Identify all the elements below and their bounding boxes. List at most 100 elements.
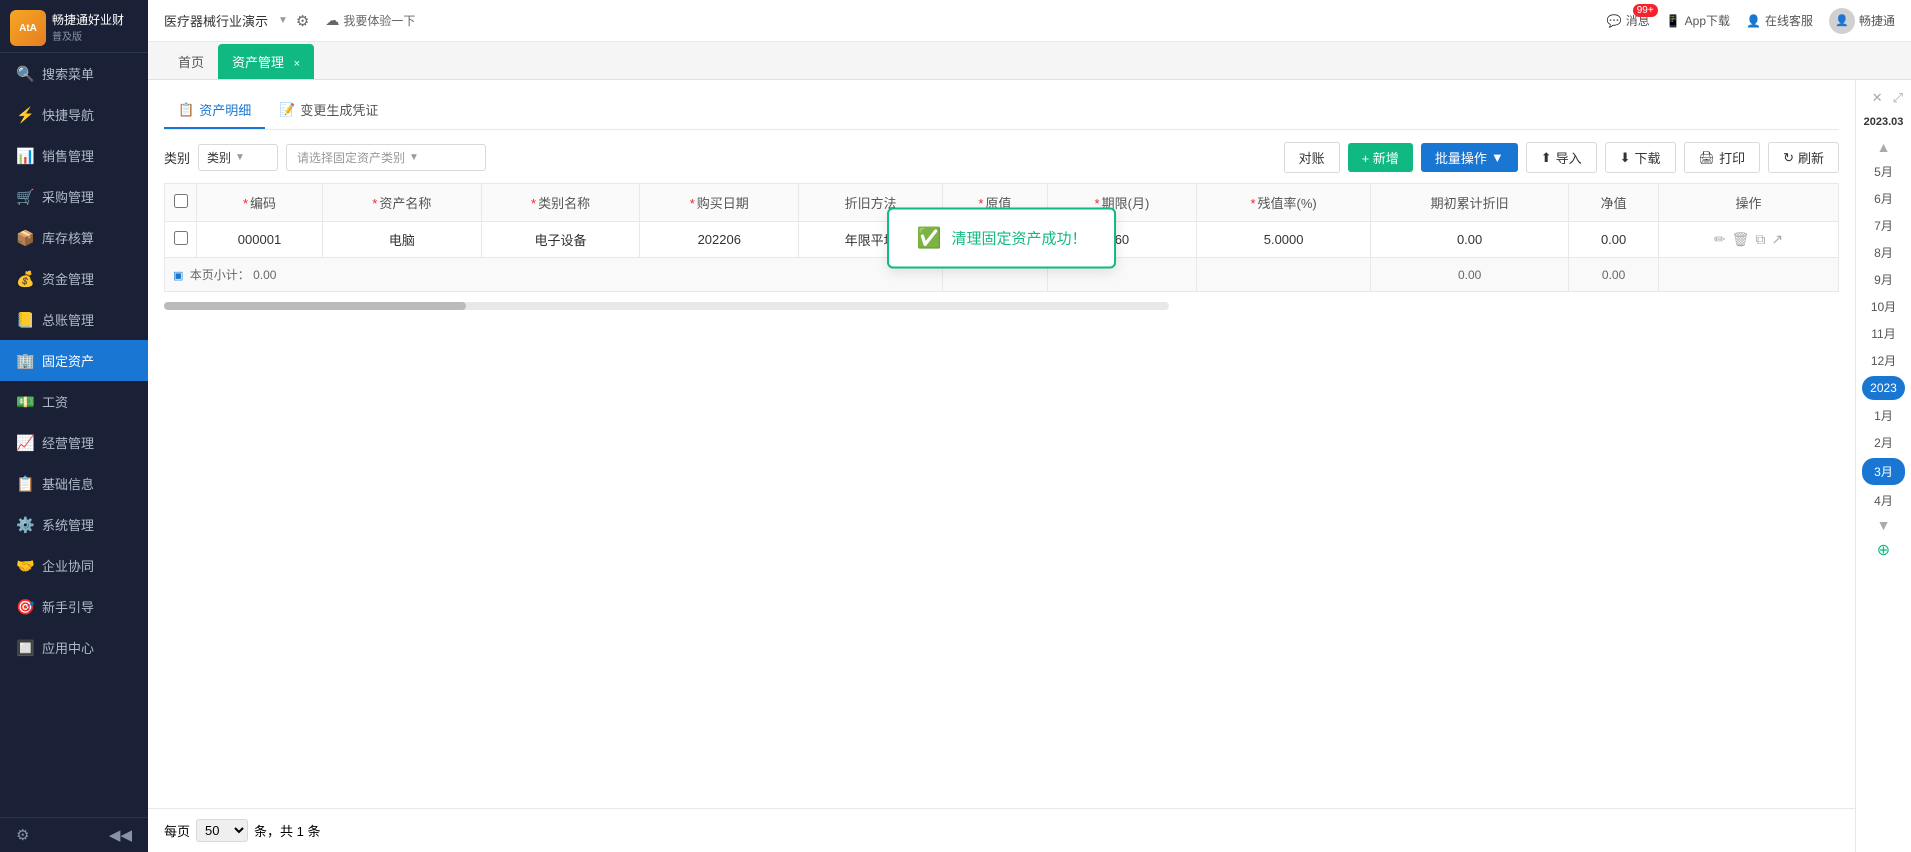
company-dropdown-arrow[interactable]: ▼ [278, 15, 288, 26]
category-filter-input[interactable]: 请选择固定资产类别 ▼ [286, 144, 486, 171]
calendar-month-july[interactable]: 7月 [1856, 212, 1911, 239]
delete-icon[interactable]: 🗑 [1732, 231, 1750, 248]
main-content: 📋 资产明细 📝 变更生成凭证 类别 类别 ▼ [148, 80, 1855, 808]
filter-dropdown-arrow: ▼ [235, 152, 245, 163]
calendar-header: 2023.03 [1862, 112, 1906, 132]
calendar-month-may[interactable]: 5月 [1856, 158, 1911, 185]
user-menu-button[interactable]: 👤 畅捷通 [1829, 8, 1895, 34]
sidebar-item-funds[interactable]: 💰 资金管理 [0, 258, 148, 299]
sub-tab-asset-detail[interactable]: 📋 资产明细 [164, 92, 265, 129]
sidebar-item-fixed-assets[interactable]: 🏢 固定资产 [0, 340, 148, 381]
sidebar-item-sales[interactable]: 📊 销售管理 [0, 135, 148, 176]
notifications-button[interactable]: 💬 消息 99+ [1607, 12, 1650, 29]
calendar-month-dec[interactable]: 12月 [1856, 347, 1911, 374]
sidebar-item-search[interactable]: 🔍 搜索菜单 [0, 53, 148, 94]
calendar-down-button[interactable]: ▼ [1874, 514, 1894, 536]
edit-icon[interactable]: ✏ [1714, 231, 1726, 248]
select-all-checkbox[interactable] [174, 194, 188, 208]
per-page-select[interactable]: 50 100 200 [196, 819, 248, 842]
calendar-month-mar[interactable]: 3月 [1862, 458, 1905, 485]
per-page-label: 每页 [164, 821, 190, 840]
subtotal-actions [1658, 258, 1838, 292]
table-horizontal-scrollbar[interactable] [164, 302, 1169, 310]
settings-icon[interactable]: ⚙ [16, 826, 29, 844]
cell-name: 电脑 [322, 222, 481, 258]
sidebar-item-app-center[interactable]: 🔲 应用中心 [0, 627, 148, 668]
sidebar-item-label: 库存核算 [42, 228, 94, 247]
tab-close-button[interactable]: × [294, 58, 300, 70]
company-settings-icon[interactable]: ⚙ [296, 12, 309, 30]
calendar-panel: ✕ ⤢ 2023.03 ▲ 5月 6月 7月 8月 9月 10月 11月 12月… [1855, 80, 1911, 852]
online-service-button[interactable]: 👤 在线客服 [1746, 12, 1813, 29]
refresh-button[interactable]: ↻ 刷新 [1768, 142, 1839, 173]
sidebar-item-basic-info[interactable]: 📋 基础信息 [0, 463, 148, 504]
calendar-month-feb[interactable]: 2月 [1856, 429, 1911, 456]
scrollbar-thumb [164, 302, 466, 310]
cell-net-value: 0.00 [1569, 222, 1659, 258]
sidebar-item-label: 采购管理 [42, 187, 94, 206]
row-checkbox[interactable] [174, 231, 188, 245]
row-checkbox-cell [165, 222, 197, 258]
calendar-down-icon[interactable]: ⊕ [1873, 536, 1894, 564]
sidebar-item-enterprise[interactable]: 🤝 企业协同 [0, 545, 148, 586]
calendar-month-nov[interactable]: 11月 [1856, 320, 1911, 347]
sidebar-item-inventory[interactable]: 📦 库存核算 [0, 217, 148, 258]
tab-home[interactable]: 首页 [164, 44, 218, 79]
toolbar-right: 对账 + 新增 批量操作 ▼ ⬆ 导入 [1284, 142, 1839, 173]
service-icon: 👤 [1746, 14, 1761, 28]
sidebar-item-label: 基础信息 [42, 474, 94, 493]
col-name: *资产名称 [322, 184, 481, 222]
online-service-label: 在线客服 [1765, 12, 1813, 29]
calendar-month-apr[interactable]: 4月 [1856, 487, 1911, 514]
sidebar-item-quick-nav[interactable]: ⚡ 快捷导航 [0, 94, 148, 135]
collapse-sidebar-button[interactable]: ◀◀ [109, 826, 132, 844]
purchase-icon: 🛒 [16, 188, 34, 206]
calendar-expand-button[interactable]: ⤢ [1889, 86, 1907, 110]
app-download-button[interactable]: 📱 App下载 [1666, 12, 1730, 29]
calendar-close-button[interactable]: ✕ [1868, 86, 1887, 110]
category-filter-select[interactable]: 类别 ▼ [198, 144, 278, 171]
sub-tab-change-voucher[interactable]: 📝 变更生成凭证 [265, 92, 392, 129]
calendar-month-oct[interactable]: 10月 [1856, 293, 1911, 320]
guide-icon: 🎯 [16, 598, 34, 616]
experience-button[interactable]: ☁ 我要体验一下 [317, 9, 423, 32]
calendar-month-june[interactable]: 6月 [1856, 185, 1911, 212]
tab-asset-mgmt[interactable]: 资产管理 × [218, 44, 314, 79]
add-button[interactable]: + 新增 [1348, 143, 1413, 172]
fixed-assets-icon: 🏢 [16, 352, 34, 370]
calendar-month-jan[interactable]: 1月 [1856, 402, 1911, 429]
company-name: 医疗器械行业演示 [164, 11, 268, 30]
print-button[interactable]: 🖨 打印 [1684, 142, 1761, 173]
col-initial-depreciation: 期初累计折旧 [1371, 184, 1569, 222]
sidebar-item-guide[interactable]: 🎯 新手引导 [0, 586, 148, 627]
user-avatar: 👤 [1829, 8, 1855, 34]
sub-tab-label: 资产明细 [199, 100, 251, 119]
calendar-up-button[interactable]: ▲ [1874, 136, 1894, 158]
import-button[interactable]: ⬆ 导入 [1526, 142, 1597, 173]
subtotal-label-cell: ▣ 本页小计： 0.00 [165, 258, 943, 292]
copy-icon[interactable]: ⧉ [1755, 231, 1765, 248]
sidebar-item-payroll[interactable]: 💵 工资 [0, 381, 148, 422]
sidebar-item-operations[interactable]: 📈 经营管理 [0, 422, 148, 463]
calendar-month-sep[interactable]: 9月 [1856, 266, 1911, 293]
sub-tabs: 📋 资产明细 📝 变更生成凭证 [164, 92, 1839, 130]
batch-button[interactable]: 批量操作 ▼ [1421, 143, 1518, 172]
sidebar-item-label: 总账管理 [42, 310, 94, 329]
filter-input-arrow: ▼ [409, 152, 419, 163]
sidebar-bottom: ⚙ ◀◀ [0, 817, 148, 852]
sidebar-item-purchase[interactable]: 🛒 采购管理 [0, 176, 148, 217]
col-checkbox [165, 184, 197, 222]
download-button[interactable]: ⬇ 下载 [1605, 142, 1676, 173]
sidebar-item-ledger[interactable]: 📒 总账管理 [0, 299, 148, 340]
more-icon[interactable]: ↗ [1771, 231, 1783, 248]
sidebar-item-label: 搜索菜单 [42, 64, 94, 83]
operations-icon: 📈 [16, 434, 34, 452]
calendar-month-aug[interactable]: 8月 [1856, 239, 1911, 266]
reconcile-button[interactable]: 对账 [1284, 142, 1340, 173]
total-count-label: 条，共 1 条 [254, 821, 320, 840]
main-area: 医疗器械行业演示 ▼ ⚙ ☁ 我要体验一下 💬 消息 99+ 📱 App下载 👤… [148, 0, 1911, 852]
topbar-right: 💬 消息 99+ 📱 App下载 👤 在线客服 👤 畅捷通 [1607, 8, 1895, 34]
sidebar-item-sys-mgmt[interactable]: ⚙️ 系统管理 [0, 504, 148, 545]
calendar-year-2023[interactable]: 2023 [1862, 376, 1905, 400]
calendar-top-buttons: ✕ ⤢ [1856, 84, 1911, 112]
